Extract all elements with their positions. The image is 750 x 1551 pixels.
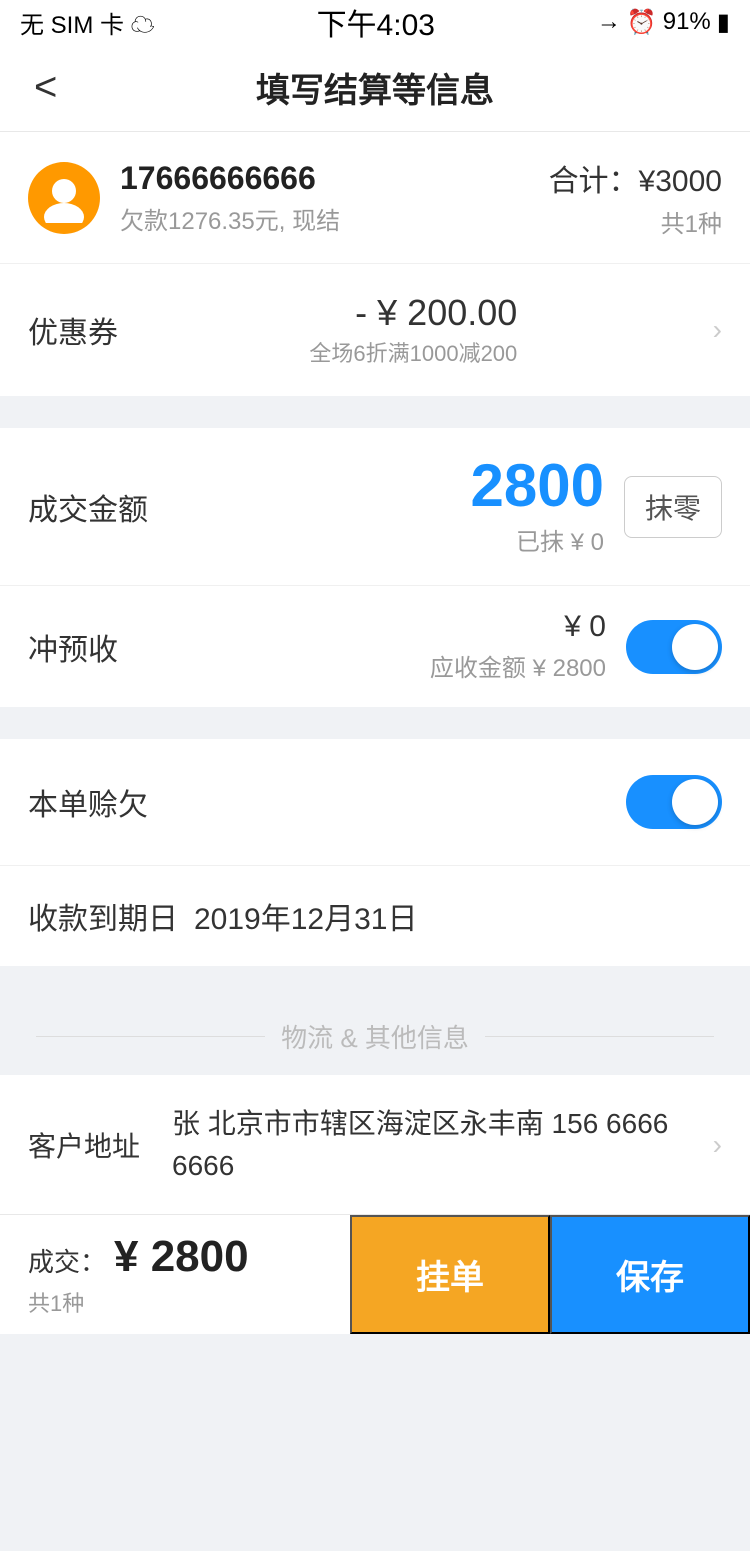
chevron-right-icon: › (713, 1129, 722, 1161)
bottom-info: 成交： ¥ 2800 共1种 (0, 1232, 350, 1318)
sim-label: 无 SIM 卡 ☁ (20, 5, 155, 40)
address-section[interactable]: 客户地址 张 北京市市辖区海淀区永丰南 156 6666 6666 › (0, 1075, 750, 1215)
deal-amount-block: 2800 已抹 ¥ 0 (471, 456, 604, 557)
bottom-deal-label: 成交： (28, 1242, 106, 1279)
deal-right: 2800 已抹 ¥ 0 抹零 (471, 456, 723, 557)
customer-sub: 欠款1276.35元, 现结 (120, 201, 340, 236)
divider-line-right (485, 1036, 714, 1037)
due-label: 收款到期日 (28, 894, 178, 938)
total-count: 共1种 (549, 204, 722, 239)
due-row: 收款到期日 2019年12月31日 (0, 865, 750, 966)
customer-left: 17666666666 欠款1276.35元, 现结 (28, 160, 340, 236)
advance-row: 冲预收 ¥ 0 应收金额 ¥ 2800 (0, 585, 750, 707)
divider-2 (0, 723, 750, 739)
customer-phone: 17666666666 (120, 160, 340, 197)
advance-label: 冲预收 (28, 625, 118, 669)
nav-bar: < 填写结算等信息 (0, 44, 750, 132)
page-title: 填写结算等信息 (256, 63, 494, 112)
customer-row: 17666666666 欠款1276.35元, 现结 合计：¥3000 共1种 (0, 132, 750, 263)
address-row[interactable]: 客户地址 张 北京市市辖区海淀区永丰南 156 6666 6666 › (0, 1075, 750, 1215)
hang-button[interactable]: 挂单 (350, 1215, 550, 1334)
chevron-right-icon: › (713, 314, 722, 346)
debt-label: 本单赊欠 (28, 780, 148, 824)
round-zero-button[interactable]: 抹零 (624, 476, 722, 538)
coupon-discount: - ¥ 200.00 (309, 292, 517, 334)
advance-amount: ¥ 0 (430, 610, 606, 644)
logistics-label: 物流 & 其他信息 (281, 1018, 469, 1055)
avatar-icon (39, 173, 89, 223)
deal-erased: 已抹 ¥ 0 (471, 522, 604, 557)
due-date: 2019年12月31日 (194, 894, 417, 938)
debt-section: 本单赊欠 收款到期日 2019年12月31日 (0, 739, 750, 966)
advance-right: ¥ 0 应收金额 ¥ 2800 (430, 610, 722, 683)
deal-amount: 2800 (471, 456, 604, 516)
bottom-deal-amount: ¥ 2800 (114, 1232, 249, 1282)
deal-row: 成交金额 2800 已抹 ¥ 0 抹零 (0, 428, 750, 585)
total-amount: 合计：¥3000 (549, 156, 722, 200)
back-button[interactable]: < (24, 55, 67, 120)
status-bar: 无 SIM 卡 ☁ 下午4:03 → ⏰ 91% ▮ (0, 0, 750, 44)
address-key: 客户地址 (28, 1125, 148, 1165)
status-right: → ⏰ 91% ▮ (597, 8, 730, 37)
divider-3 (0, 982, 750, 998)
battery-icon: ▮ (717, 8, 730, 37)
location-icon: → (597, 8, 621, 36)
coupon-row[interactable]: 优惠券 - ¥ 200.00 全场6折满1000减200 › (0, 263, 750, 396)
deal-label: 成交金额 (28, 485, 148, 529)
battery-label: 91% (663, 8, 711, 36)
coupon-right: - ¥ 200.00 全场6折满1000减200 (309, 292, 517, 368)
debt-row: 本单赊欠 (0, 739, 750, 865)
customer-section: 17666666666 欠款1276.35元, 现结 合计：¥3000 共1种 … (0, 132, 750, 396)
status-time: 下午4:03 (317, 0, 435, 44)
debt-toggle[interactable] (626, 775, 722, 829)
divider-1 (0, 412, 750, 428)
status-left: 无 SIM 卡 ☁ (20, 5, 155, 40)
save-button[interactable]: 保存 (550, 1215, 750, 1334)
alarm-icon: ⏰ (627, 8, 657, 37)
content: 17666666666 欠款1276.35元, 现结 合计：¥3000 共1种 … (0, 132, 750, 1551)
coupon-desc: 全场6折满1000减200 (309, 336, 517, 368)
advance-sub: 应收金额 ¥ 2800 (430, 648, 606, 683)
advance-toggle[interactable] (626, 620, 722, 674)
advance-amount-block: ¥ 0 应收金额 ¥ 2800 (430, 610, 606, 683)
address-value: 张 北京市市辖区海淀区永丰南 156 6666 6666 (172, 1103, 705, 1187)
avatar (28, 162, 100, 234)
bottom-count: 共1种 (28, 1286, 322, 1318)
coupon-label: 优惠券 (28, 308, 118, 352)
logistics-divider: 物流 & 其他信息 (0, 998, 750, 1075)
bottom-deal: 成交： ¥ 2800 (28, 1232, 322, 1282)
customer-info: 17666666666 欠款1276.35元, 现结 (120, 160, 340, 236)
customer-right: 合计：¥3000 共1种 (549, 156, 722, 239)
deal-section: 成交金额 2800 已抹 ¥ 0 抹零 冲预收 ¥ 0 应收金额 ¥ 2800 (0, 428, 750, 707)
bottom-bar: 成交： ¥ 2800 共1种 挂单 保存 (0, 1214, 750, 1334)
divider-line-left (36, 1036, 265, 1037)
